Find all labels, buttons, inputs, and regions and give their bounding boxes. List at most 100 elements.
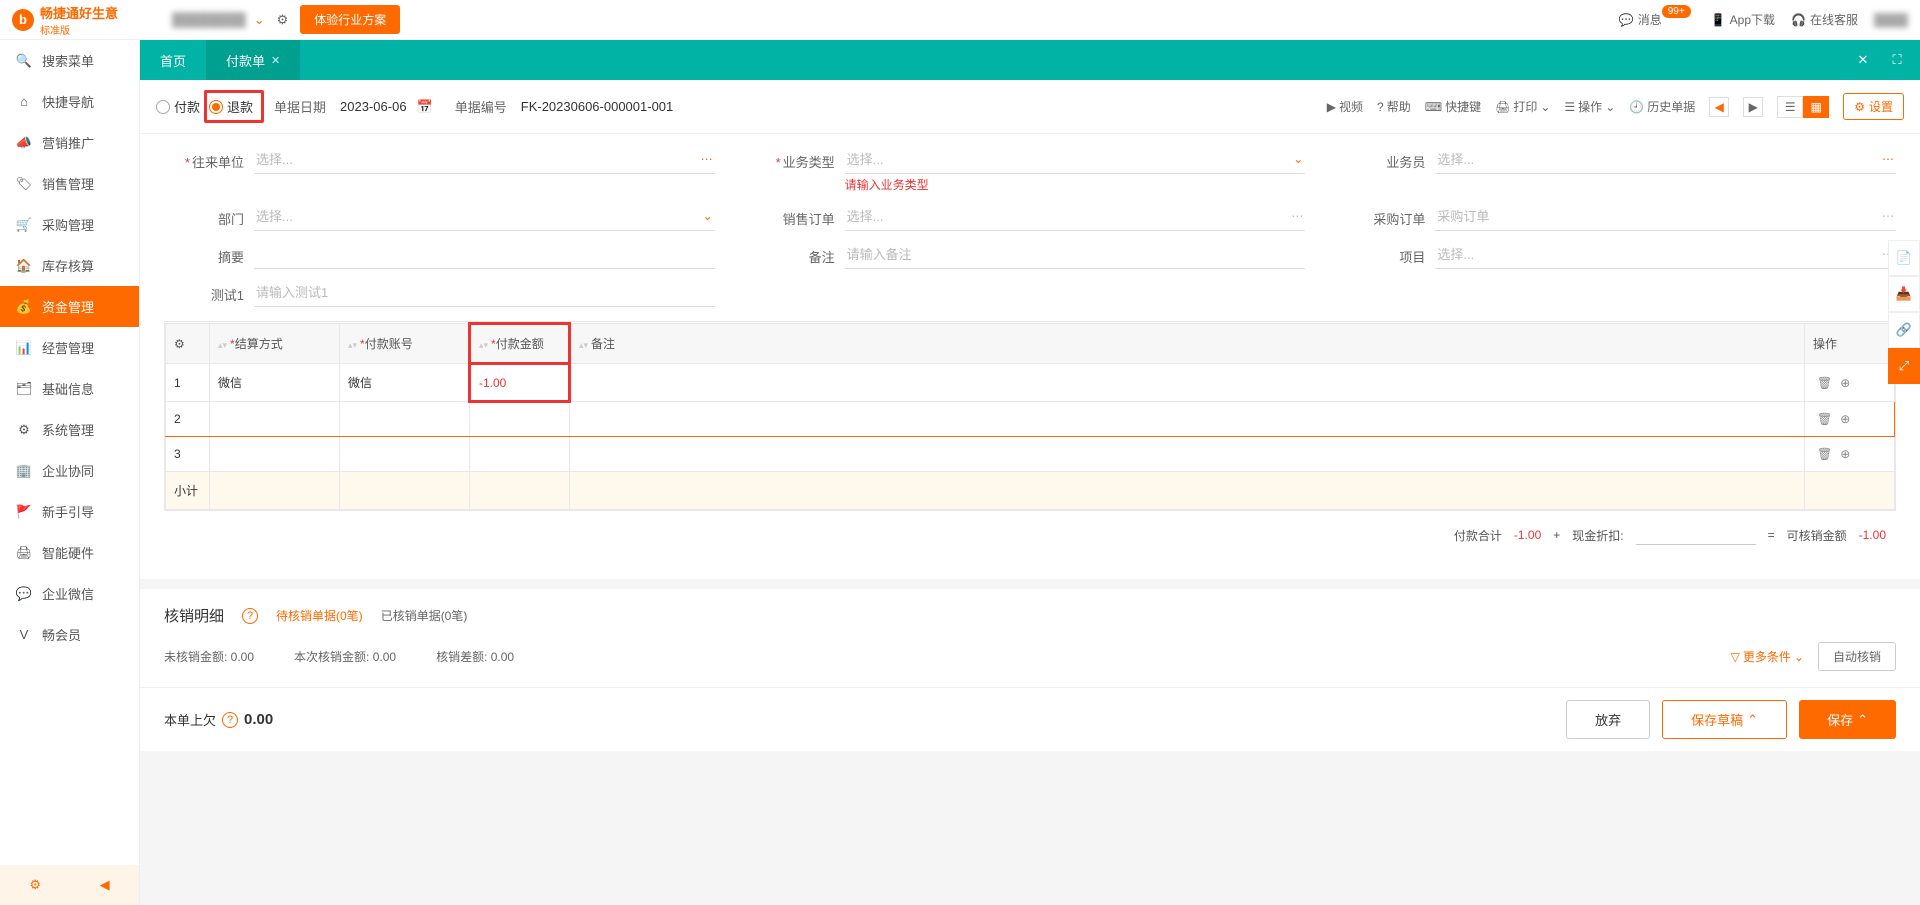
ellipsis-icon[interactable]: ⋯ [1882,209,1894,223]
gear-icon[interactable]: ⚙ [277,12,289,28]
table-row[interactable]: 1 微信 微信 -1.00 🗑⊕ [166,364,1895,402]
sidebar-item-wecom[interactable]: 💬企业微信 [0,573,139,614]
video-link[interactable]: ▶视频 [1327,98,1363,115]
doc-date-value[interactable]: 2023-06-06 [340,99,407,114]
biztype-input[interactable] [845,146,1306,174]
calendar-icon[interactable]: 📅 [417,99,433,115]
operate-link[interactable]: ☰操作⌄ [1564,98,1615,115]
add-row-icon[interactable]: ⊕ [1840,376,1850,390]
view-grid-button[interactable]: ▦ [1803,96,1829,118]
view-list-button[interactable]: ☰ [1777,96,1803,118]
cell-remark[interactable] [570,402,1805,437]
summary-input[interactable] [254,241,715,269]
discount-input[interactable] [1636,525,1756,545]
cell-amount[interactable] [470,437,570,472]
test1-input[interactable] [254,279,715,307]
cell-remark[interactable] [570,364,1805,402]
sidebar-item-basic[interactable]: 🗂基础信息 [0,368,139,409]
user-name[interactable]: ████ [1874,13,1908,27]
settings-button[interactable]: ⚙设置 [1843,93,1904,120]
table-row[interactable]: 3 🗑⊕ [166,437,1895,472]
trial-button[interactable]: 体验行业方案 [300,5,400,34]
project-input[interactable] [1435,241,1896,269]
cell-amount[interactable] [470,402,570,437]
ellipsis-icon[interactable]: ⋯ [701,152,713,166]
app-download-link[interactable]: 📱 App下载 [1711,11,1775,28]
sidebar-item-newbie[interactable]: 🚩新手引导 [0,491,139,532]
save-button[interactable]: 保存⌃ [1799,700,1896,739]
radio-refund[interactable] [209,100,223,114]
radio-pay[interactable] [156,100,170,114]
sidebar-item-member[interactable]: V畅会员 [0,614,139,655]
sidebar-item-collab[interactable]: 🏢企业协同 [0,450,139,491]
settings-icon[interactable]: ⚙ [29,877,41,893]
tab-payment[interactable]: 付款单 ✕ [206,40,300,80]
cell-account[interactable]: 微信 [340,364,470,402]
dept-input[interactable] [254,203,715,231]
sidebar-item-search[interactable]: 🔍搜索菜单 [0,40,139,81]
delete-icon[interactable]: 🗑 [1817,376,1832,390]
sidebar-item-purchase[interactable]: 🛒采购管理 [0,204,139,245]
chevron-down-icon[interactable]: ⌄ [703,209,713,223]
fullscreen-icon[interactable]: ⛶ [1884,47,1910,73]
delete-icon[interactable]: 🗑 [1817,447,1832,461]
save-draft-button[interactable]: 保存草稿⌃ [1662,700,1787,739]
sidebar-item-inventory[interactable]: 🏠库存核算 [0,245,139,286]
sidebar-item-marketing[interactable]: 📣营销推广 [0,122,139,163]
auto-verify-button[interactable]: 自动核销 [1818,642,1896,671]
dock-note-icon[interactable]: 📄 [1888,240,1920,276]
cell-method[interactable]: 微信 [210,364,340,402]
add-row-icon[interactable]: ⊕ [1840,412,1850,426]
add-row-icon[interactable]: ⊕ [1840,447,1850,461]
tab-home[interactable]: 首页 [140,40,206,80]
saleorder-input[interactable] [845,203,1306,231]
table-col-method[interactable]: ▴▾*结算方式 [210,324,340,364]
cell-account[interactable] [340,437,470,472]
dock-inbox-icon[interactable]: 📥 [1888,276,1920,312]
sidebar-item-system[interactable]: ⚙系统管理 [0,409,139,450]
table-row[interactable]: 2 🗑⊕ [166,402,1895,437]
online-service-link[interactable]: 🎧 在线客服 [1791,11,1858,28]
ellipsis-icon[interactable]: ⋯ [1882,152,1894,166]
close-icon[interactable]: ✕ [271,54,280,67]
sidebar-item-sales[interactable]: 🏷销售管理 [0,163,139,204]
dock-link-icon[interactable]: 🔗 [1888,312,1920,348]
verify-tab-pending[interactable]: 待核销单据(0笔) [276,607,363,624]
table-col-remark[interactable]: ▴▾备注 [570,324,1805,364]
prev-doc-button[interactable]: ◀ [1709,97,1729,117]
shortcut-link[interactable]: ⌨快捷键 [1425,98,1481,115]
dock-expand-icon[interactable]: ⤢ [1888,348,1920,384]
help-icon[interactable]: ? [242,608,258,624]
cell-method[interactable] [210,437,340,472]
delete-icon[interactable]: 🗑 [1817,412,1832,426]
discard-button[interactable]: 放弃 [1566,700,1650,739]
partner-input[interactable] [254,146,715,174]
help-icon[interactable]: ? [222,712,238,728]
ellipsis-icon[interactable]: ⋯ [1291,209,1303,223]
verify-tab-done[interactable]: 已核销单据(0笔) [381,607,468,624]
cell-method[interactable] [210,402,340,437]
company-selector[interactable]: ████████ ⌄ [172,12,265,28]
collapse-icon[interactable]: ◀ [100,877,110,893]
tab-close-all-icon[interactable]: ✕ [1850,47,1876,73]
sidebar-item-quicknav[interactable]: ⌂快捷导航 [0,81,139,122]
sidebar-item-finance[interactable]: 💰资金管理 [0,286,139,327]
history-link[interactable]: 🕘历史单据 [1629,98,1695,115]
table-col-gear[interactable]: ⚙ [166,324,210,364]
chevron-down-icon[interactable]: ⌄ [1293,152,1303,166]
sidebar-item-hardware[interactable]: 🖨智能硬件 [0,532,139,573]
table-col-amount[interactable]: ▴▾*付款金额 [470,324,570,364]
print-link[interactable]: 🖨打印⌄ [1495,98,1550,115]
staff-input[interactable] [1435,146,1896,174]
messages-link[interactable]: 💬 消息 99+ [1619,11,1695,28]
help-link[interactable]: ?帮助 [1377,98,1411,115]
cell-account[interactable] [340,402,470,437]
remark-input[interactable] [845,241,1306,269]
purchorder-input[interactable] [1435,203,1896,231]
sidebar-item-operation[interactable]: 📊经营管理 [0,327,139,368]
cell-amount[interactable]: -1.00 [470,364,570,402]
more-conditions-link[interactable]: ▽更多条件⌄ [1731,648,1804,665]
cell-remark[interactable] [570,437,1805,472]
table-col-account[interactable]: ▴▾*付款账号 [340,324,470,364]
next-doc-button[interactable]: ▶ [1743,97,1763,117]
